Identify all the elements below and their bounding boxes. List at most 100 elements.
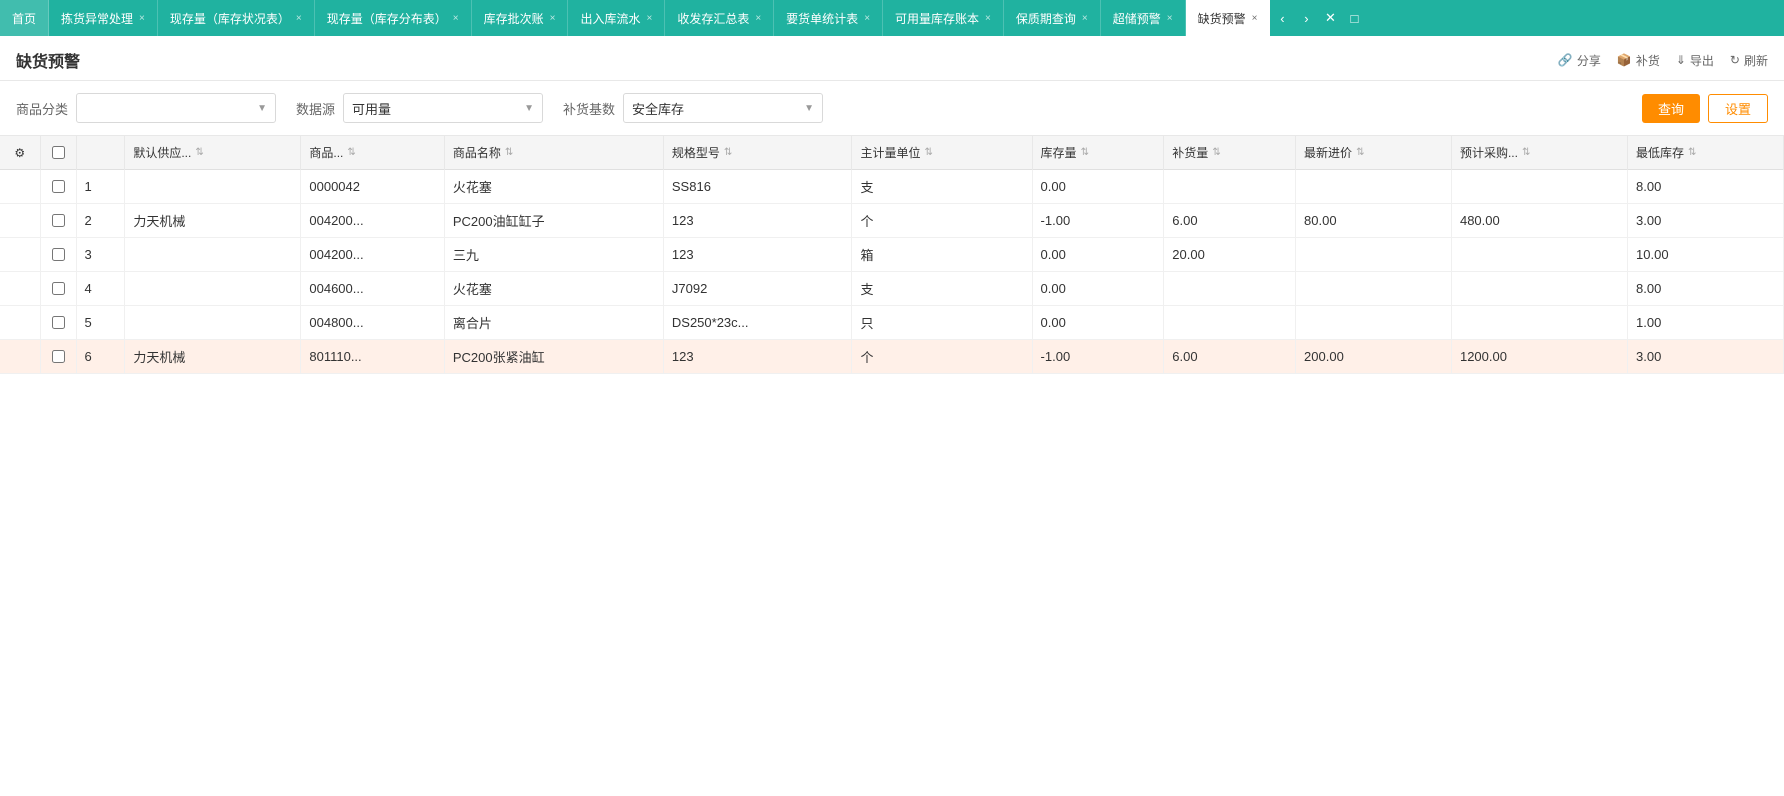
tab-receipt-summary[interactable]: 收发存汇总表 × bbox=[665, 0, 774, 36]
tab-close-5[interactable]: × bbox=[646, 13, 652, 24]
tab-nav-prev[interactable]: ‹ bbox=[1270, 0, 1294, 36]
tab-close-3[interactable]: × bbox=[453, 13, 459, 24]
row-latest-price bbox=[1296, 170, 1452, 204]
row-spec: SS816 bbox=[663, 170, 852, 204]
tab-nav-close[interactable]: ✕ bbox=[1318, 0, 1342, 36]
tab-overstock-warning[interactable]: 超储预警 × bbox=[1101, 0, 1186, 36]
sort-name-icon: ⇅ bbox=[505, 147, 513, 158]
tab-picking-exception[interactable]: 拣货异常处理 × bbox=[49, 0, 158, 36]
replenish-select[interactable]: 安全库存 ▼ bbox=[623, 93, 823, 123]
row-checkbox[interactable] bbox=[52, 214, 65, 227]
row-latest-price bbox=[1296, 272, 1452, 306]
table-row[interactable]: 5 004800... 离合片 DS250*23c... 只 0.00 1.00 bbox=[0, 306, 1784, 340]
datasource-select[interactable]: 可用量 ▼ bbox=[343, 93, 543, 123]
row-checkbox-cell bbox=[40, 340, 76, 374]
row-checkbox[interactable] bbox=[52, 180, 65, 193]
tab-close-1[interactable]: × bbox=[139, 13, 145, 24]
sort-price-icon: ⇅ bbox=[1356, 147, 1364, 158]
col-product-name[interactable]: 商品名称 ⇅ bbox=[444, 136, 663, 170]
row-product-code: 004200... bbox=[301, 238, 444, 272]
row-gear-cell bbox=[0, 340, 40, 374]
filter-datasource-group: 数据源 可用量 ▼ bbox=[296, 93, 543, 123]
tab-stock-status[interactable]: 现存量（库存状况表） × bbox=[158, 0, 315, 36]
tab-flow[interactable]: 出入库流水 × bbox=[568, 0, 665, 36]
tab-close-8[interactable]: × bbox=[985, 13, 991, 24]
row-checkbox-cell bbox=[40, 306, 76, 340]
row-unit: 支 bbox=[852, 272, 1032, 306]
tab-home[interactable]: 首页 bbox=[0, 0, 49, 36]
table-row[interactable]: 4 004600... 火花塞 J7092 支 0.00 8.00 bbox=[0, 272, 1784, 306]
table-row[interactable]: 2 力天机械 004200... PC200油缸缸子 123 个 -1.00 6… bbox=[0, 204, 1784, 238]
col-latest-price[interactable]: 最新进价 ⇅ bbox=[1296, 136, 1452, 170]
tab-close-4[interactable]: × bbox=[550, 13, 556, 24]
table-row[interactable]: 1 0000042 火花塞 SS816 支 0.00 8.00 bbox=[0, 170, 1784, 204]
row-checkbox-cell bbox=[40, 272, 76, 306]
sort-unit-icon: ⇅ bbox=[924, 147, 932, 158]
tab-close-6[interactable]: × bbox=[755, 13, 761, 24]
tab-close-9[interactable]: × bbox=[1082, 13, 1088, 24]
table-row[interactable]: 3 004200... 三九 123 箱 0.00 20.00 10.00 bbox=[0, 238, 1784, 272]
row-checkbox-cell bbox=[40, 170, 76, 204]
row-checkbox[interactable] bbox=[52, 316, 65, 329]
supplement-action[interactable]: 📦 补货 bbox=[1617, 52, 1660, 69]
table-body: 1 0000042 火花塞 SS816 支 0.00 8.00 2 力天机械 0… bbox=[0, 170, 1784, 374]
export-action[interactable]: ⇓ 导出 bbox=[1676, 52, 1714, 69]
tab-batch-account[interactable]: 库存批次账 × bbox=[472, 0, 569, 36]
row-num: 2 bbox=[76, 204, 125, 238]
filter-actions: 查询 设置 bbox=[1642, 94, 1768, 123]
row-product-name: PC200张紧油缸 bbox=[444, 340, 663, 374]
select-all-checkbox[interactable] bbox=[52, 146, 65, 159]
row-estimated-purchase: 1200.00 bbox=[1451, 340, 1627, 374]
row-checkbox[interactable] bbox=[52, 248, 65, 261]
tab-expiry-query[interactable]: 保质期查询 × bbox=[1004, 0, 1101, 36]
tab-close-2[interactable]: × bbox=[296, 13, 302, 24]
gear-icon[interactable]: ⚙ bbox=[14, 146, 25, 160]
row-checkbox[interactable] bbox=[52, 350, 65, 363]
category-select[interactable]: ▼ bbox=[76, 93, 276, 123]
share-action[interactable]: 🔗 分享 bbox=[1558, 52, 1601, 69]
tab-shortage-warning[interactable]: 缺货预警 × bbox=[1186, 0, 1271, 36]
table-header-row: ⚙ 默认供应... ⇅ bbox=[0, 136, 1784, 170]
settings-button[interactable]: 设置 bbox=[1708, 94, 1768, 123]
col-product-code[interactable]: 商品... ⇅ bbox=[301, 136, 444, 170]
row-estimated-purchase bbox=[1451, 170, 1627, 204]
col-min-stock[interactable]: 最低库存 ⇅ bbox=[1628, 136, 1784, 170]
col-spec[interactable]: 规格型号 ⇅ bbox=[663, 136, 852, 170]
row-min-stock: 8.00 bbox=[1628, 272, 1784, 306]
refresh-icon: ↻ bbox=[1730, 53, 1740, 67]
col-stock[interactable]: 库存量 ⇅ bbox=[1032, 136, 1164, 170]
tab-close-11[interactable]: × bbox=[1252, 13, 1258, 24]
col-unit[interactable]: 主计量单位 ⇅ bbox=[852, 136, 1032, 170]
col-gear[interactable]: ⚙ bbox=[0, 136, 40, 170]
row-stock: 0.00 bbox=[1032, 306, 1164, 340]
datasource-arrow-icon: ▼ bbox=[524, 103, 534, 114]
query-button[interactable]: 查询 bbox=[1642, 94, 1700, 123]
tab-stock-distribution[interactable]: 现存量（库存分布表） × bbox=[315, 0, 472, 36]
row-stock: -1.00 bbox=[1032, 204, 1164, 238]
col-supplement[interactable]: 补货量 ⇅ bbox=[1164, 136, 1296, 170]
tab-close-7[interactable]: × bbox=[864, 13, 870, 24]
row-product-code: 004800... bbox=[301, 306, 444, 340]
row-supplement: 20.00 bbox=[1164, 238, 1296, 272]
tab-nav-expand[interactable]: □ bbox=[1342, 0, 1366, 36]
row-product-code: 0000042 bbox=[301, 170, 444, 204]
tab-order-stats[interactable]: 要货单统计表 × bbox=[774, 0, 883, 36]
row-gear-cell bbox=[0, 170, 40, 204]
tab-nav-next[interactable]: › bbox=[1294, 0, 1318, 36]
tab-close-10[interactable]: × bbox=[1167, 13, 1173, 24]
row-min-stock: 1.00 bbox=[1628, 306, 1784, 340]
row-checkbox[interactable] bbox=[52, 282, 65, 295]
refresh-action[interactable]: ↻ 刷新 bbox=[1730, 52, 1768, 69]
table-row[interactable]: 6 力天机械 801110... PC200张紧油缸 123 个 -1.00 6… bbox=[0, 340, 1784, 374]
row-spec: 123 bbox=[663, 204, 852, 238]
col-default-supplier[interactable]: 默认供应... ⇅ bbox=[125, 136, 301, 170]
row-spec: 123 bbox=[663, 340, 852, 374]
page-header: 缺货预警 🔗 分享 📦 补货 ⇓ 导出 ↻ 刷新 bbox=[0, 36, 1784, 81]
tab-available-ledger[interactable]: 可用量库存账本 × bbox=[883, 0, 1004, 36]
col-estimated-purchase[interactable]: 预计采购... ⇅ bbox=[1451, 136, 1627, 170]
row-latest-price bbox=[1296, 306, 1452, 340]
row-supplement: 6.00 bbox=[1164, 340, 1296, 374]
page-container: 缺货预警 🔗 分享 📦 补货 ⇓ 导出 ↻ 刷新 商品分类 bbox=[0, 36, 1784, 796]
row-product-code: 801110... bbox=[301, 340, 444, 374]
category-label: 商品分类 bbox=[16, 99, 68, 118]
